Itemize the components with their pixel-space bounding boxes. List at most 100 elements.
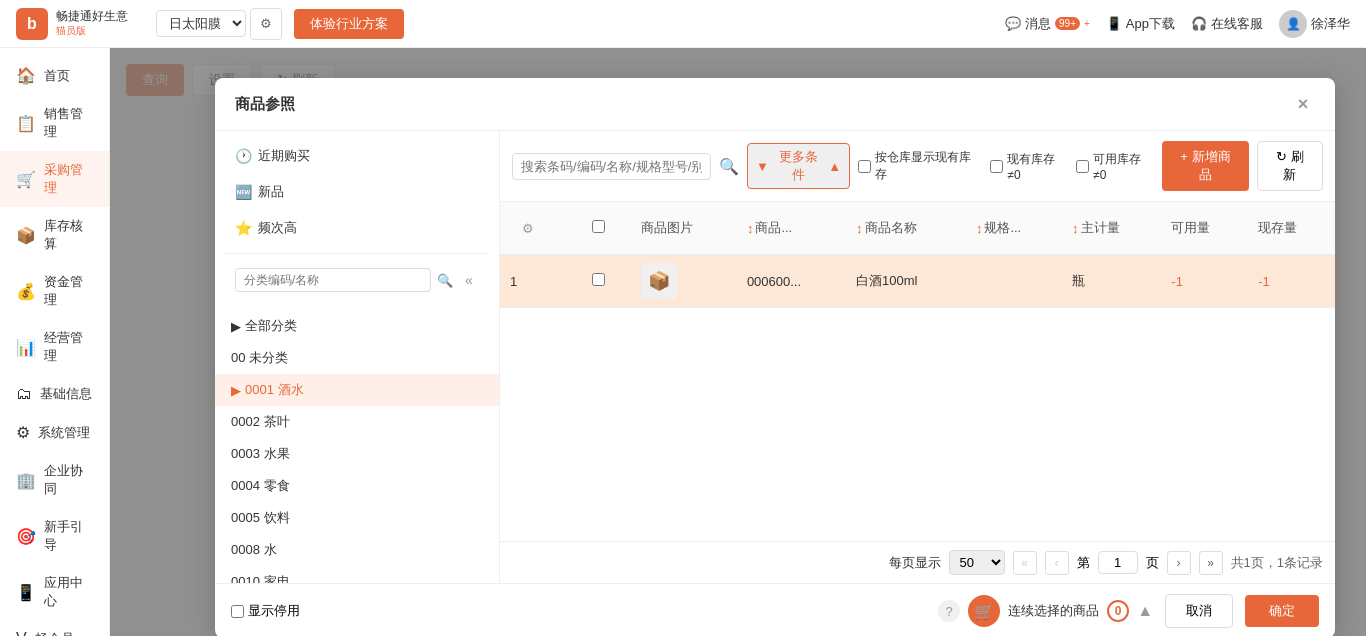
product-search-input[interactable]: [512, 153, 711, 180]
cat-arrow-all: ▶: [231, 319, 241, 334]
settings-button[interactable]: ⚙: [250, 8, 282, 40]
sidebar-item-appcenter[interactable]: 📱 应用中心: [0, 564, 109, 620]
td-unit: 瓶: [1062, 255, 1161, 308]
prev-page-button[interactable]: ‹: [1045, 551, 1069, 575]
cart-button[interactable]: 🛒: [968, 595, 1000, 627]
th-spec[interactable]: ↕ 规格...: [966, 202, 1062, 255]
newbie-icon: 🎯: [16, 527, 36, 546]
message-item[interactable]: 💬 消息 99+ +: [1005, 15, 1090, 33]
cat-arrow-0001: ▶: [231, 383, 241, 398]
purchase-icon: 🛒: [16, 170, 36, 189]
th-available: 可用量: [1161, 202, 1248, 255]
filter-button[interactable]: ▼ 更多条件 ▲: [747, 143, 850, 189]
column-settings-icon[interactable]: ⚙: [510, 210, 546, 246]
cart-count: 0: [1107, 600, 1129, 622]
category-search-input[interactable]: [235, 268, 431, 292]
cat-item-0008[interactable]: 0008 水: [215, 534, 499, 566]
td-code: 000600...: [737, 255, 846, 308]
checkbox-available[interactable]: 可用库存≠0: [1076, 151, 1154, 182]
quick-btn-recent[interactable]: 🕐 近期购买: [225, 141, 489, 171]
th-settings: ⚙: [500, 202, 582, 255]
sort-icon-code: ↕: [747, 221, 754, 236]
sidebar-item-operation[interactable]: 📊 经营管理: [0, 319, 109, 375]
cart-label: 连续选择的商品: [1008, 602, 1099, 620]
confirm-button[interactable]: 确定: [1245, 595, 1319, 627]
row-checkbox[interactable]: [592, 273, 605, 286]
sidebar-item-finance[interactable]: 💰 资金管理: [0, 263, 109, 319]
last-page-button[interactable]: »: [1199, 551, 1223, 575]
td-name: 白酒100ml: [846, 255, 966, 308]
left-panel: 🕐 近期购买 🆕 新品 ⭐ 频次高: [215, 131, 500, 583]
page-number-input[interactable]: [1098, 551, 1138, 574]
modal-title: 商品参照: [235, 95, 295, 114]
select-all-checkbox[interactable]: [592, 220, 605, 233]
finance-icon: 💰: [16, 282, 36, 301]
per-page-select[interactable]: 50 10 20 100: [949, 550, 1005, 575]
user-item[interactable]: 👤 徐泽华: [1279, 10, 1350, 38]
first-page-button[interactable]: «: [1013, 551, 1037, 575]
available-checkbox[interactable]: [1076, 160, 1089, 173]
recent-icon: 🕐: [235, 148, 252, 164]
add-product-button[interactable]: + 新增商品: [1162, 141, 1249, 191]
experience-button[interactable]: 体验行业方案: [294, 9, 404, 39]
existing-checkbox[interactable]: [990, 160, 1003, 173]
sidebar-item-basic[interactable]: 🗂 基础信息: [0, 375, 109, 413]
message-badge: 99+: [1055, 17, 1080, 30]
next-page-button[interactable]: ›: [1167, 551, 1191, 575]
cat-item-0002[interactable]: 0002 茶叶: [215, 406, 499, 438]
cat-item-00[interactable]: 00 未分类: [215, 342, 499, 374]
store-select-area: 日太阳膜 ⚙ 体验行业方案: [156, 8, 404, 40]
cat-item-0003[interactable]: 0003 水果: [215, 438, 499, 470]
collapse-cart-button[interactable]: ▲: [1137, 602, 1153, 620]
store-select[interactable]: 日太阳膜: [156, 10, 246, 37]
th-code[interactable]: ↕ 商品...: [737, 202, 846, 255]
cat-item-0010[interactable]: 0010 家电: [215, 566, 499, 583]
quick-btn-frequent[interactable]: ⭐ 频次高: [225, 213, 489, 243]
td-seq: 1: [500, 255, 582, 308]
th-unit[interactable]: ↕ 主计量: [1062, 202, 1161, 255]
show-disabled-checkbox[interactable]: [231, 605, 244, 618]
logo-icon: b: [16, 8, 48, 40]
th-check: [582, 202, 631, 255]
sidebar-item-newbie[interactable]: 🎯 新手引导: [0, 508, 109, 564]
cat-item-0005[interactable]: 0005 饮料: [215, 502, 499, 534]
cat-item-0004[interactable]: 0004 零食: [215, 470, 499, 502]
sidebar-item-enterprise[interactable]: 🏢 企业协同: [0, 452, 109, 508]
category-search-icon[interactable]: 🔍: [437, 273, 453, 288]
footer-show-disabled[interactable]: 显示停用: [231, 602, 300, 620]
modal-header: 商品参照 ×: [215, 78, 1335, 131]
sidebar-item-purchase[interactable]: 🛒 采购管理: [0, 151, 109, 207]
main-layout: 🏠 首页 📋 销售管理 🛒 采购管理 📦 库存核算 💰 资金管理 📊 经营管理 …: [0, 48, 1366, 636]
table-row[interactable]: 1 📦 000600... 白酒100ml: [500, 255, 1335, 308]
product-table: ⚙ 商品图片: [500, 202, 1335, 308]
app-download-item[interactable]: 📱 App下载: [1106, 15, 1175, 33]
quick-btn-new[interactable]: 🆕 新品: [225, 177, 489, 207]
cancel-button[interactable]: 取消: [1165, 594, 1233, 628]
cat-item-0001[interactable]: ▶ 0001 酒水: [215, 374, 499, 406]
warehouse-checkbox[interactable]: [858, 160, 871, 173]
sidebar-item-system[interactable]: ⚙ 系统管理: [0, 413, 109, 452]
system-icon: ⚙: [16, 423, 30, 442]
cat-item-all[interactable]: ▶ 全部分类: [215, 310, 499, 342]
modal-close-button[interactable]: ×: [1291, 92, 1315, 116]
page-suffix: 页: [1146, 554, 1159, 572]
td-image: 📦: [631, 255, 737, 308]
online-service-item[interactable]: 🎧 在线客服: [1191, 15, 1263, 33]
th-name[interactable]: ↕ 商品名称: [846, 202, 966, 255]
sidebar-item-member[interactable]: V 畅会员: [0, 620, 109, 636]
table-body: 1 📦 000600... 白酒100ml: [500, 255, 1335, 308]
checkbox-warehouse[interactable]: 按仓库显示现有库存: [858, 149, 982, 183]
sidebar-item-sales[interactable]: 📋 销售管理: [0, 95, 109, 151]
sidebar-item-stock[interactable]: 📦 库存核算: [0, 207, 109, 263]
help-icon[interactable]: ?: [938, 600, 960, 622]
checkbox-existing[interactable]: 现有库存≠0: [990, 151, 1068, 182]
top-navigation: b 畅捷通好生意 猫员版 日太阳膜 ⚙ 体验行业方案 💬 消息 99+ + 📱 …: [0, 0, 1366, 48]
table-header-row: ⚙ 商品图片: [500, 202, 1335, 255]
sidebar: 🏠 首页 📋 销售管理 🛒 采购管理 📦 库存核算 💰 资金管理 📊 经营管理 …: [0, 48, 110, 636]
basic-icon: 🗂: [16, 385, 32, 403]
th-stock: 现存量: [1248, 202, 1335, 255]
collapse-button[interactable]: «: [459, 270, 479, 290]
sidebar-item-home[interactable]: 🏠 首页: [0, 56, 109, 95]
product-search-icon[interactable]: 🔍: [719, 157, 739, 176]
refresh-modal-button[interactable]: ↻ 刷新: [1257, 141, 1323, 191]
